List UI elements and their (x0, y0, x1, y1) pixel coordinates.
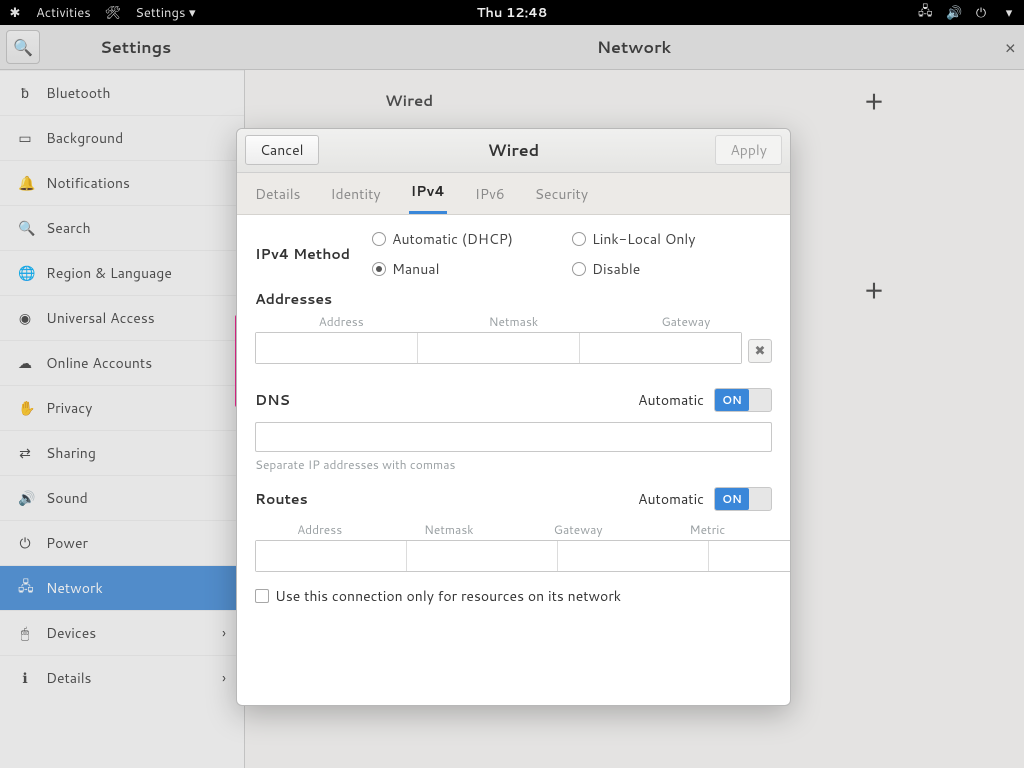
dialog-title: Wired (488, 139, 539, 162)
rcol-gateway: Gateway (514, 521, 643, 540)
ipv4-method-label: IPv4 Method (255, 244, 372, 264)
wrench-icon: 🛠 (105, 4, 122, 22)
col-netmask: Netmask (427, 313, 599, 332)
top-panel: ✱ Activities 🛠 Settings ▾ Thu 12:48 🖧 🔊 … (0, 0, 1024, 25)
distro-icon: ✱ (8, 4, 22, 22)
route-metric-input[interactable] (709, 541, 790, 571)
address-delete-button[interactable]: ✖ (748, 339, 772, 363)
tab-security[interactable]: Security (533, 174, 590, 214)
activities-button[interactable]: Activities (36, 4, 91, 22)
gateway-input[interactable] (580, 333, 741, 363)
tab-details[interactable]: Details (253, 174, 303, 214)
route-address-input[interactable] (256, 541, 407, 571)
network-tray-icon[interactable]: 🖧 (918, 2, 932, 24)
only-resources-label: Use this connection only for resources o… (275, 586, 621, 606)
dns-input[interactable] (255, 422, 772, 452)
addresses-title: Addresses (255, 289, 772, 309)
rcol-metric: Metric (643, 521, 772, 540)
connection-editor-dialog: Cancel Wired Apply Details Identity IPv4 IP… (236, 128, 791, 706)
caret-down-icon[interactable]: ▾ (1002, 4, 1016, 22)
route-gateway-input[interactable] (558, 541, 709, 571)
method-manual-radio[interactable]: Manual (372, 259, 572, 279)
dialog-tabs: Details Identity IPv4 IPv6 Security (237, 173, 790, 215)
rcol-address: Address (255, 521, 384, 540)
volume-tray-icon[interactable]: 🔊 (946, 4, 960, 22)
col-gateway: Gateway (600, 313, 772, 332)
apply-button[interactable]: Apply (715, 135, 782, 165)
cancel-button[interactable]: Cancel (245, 135, 319, 165)
method-disable-radio[interactable]: Disable (572, 259, 772, 279)
dns-hint: Separate IP addresses with commas (255, 456, 772, 473)
rcol-netmask: Netmask (384, 521, 513, 540)
route-netmask-input[interactable] (407, 541, 558, 571)
tab-identity[interactable]: Identity (329, 174, 383, 214)
method-linklocal-radio[interactable]: Link-Local Only (572, 229, 772, 249)
tab-ipv6[interactable]: IPv6 (473, 174, 507, 214)
clock[interactable]: Thu 12:48 (477, 4, 548, 22)
method-automatic-radio[interactable]: Automatic (DHCP) (372, 229, 572, 249)
routes-title: Routes (255, 489, 308, 509)
dns-automatic-switch[interactable]: ON (714, 388, 772, 412)
dns-automatic-label: Automatic (638, 390, 704, 410)
netmask-input[interactable] (418, 333, 580, 363)
only-resources-checkbox[interactable] (255, 589, 269, 603)
routes-automatic-switch[interactable]: ON (714, 487, 772, 511)
col-address: Address (255, 313, 427, 332)
dns-title: DNS (255, 390, 290, 410)
routes-automatic-label: Automatic (638, 489, 704, 509)
tab-ipv4[interactable]: IPv4 (409, 171, 447, 214)
appmenu-label[interactable]: Settings ▾ (135, 4, 195, 22)
address-input[interactable] (256, 333, 418, 363)
power-tray-icon[interactable]: ⏻ (974, 4, 988, 22)
